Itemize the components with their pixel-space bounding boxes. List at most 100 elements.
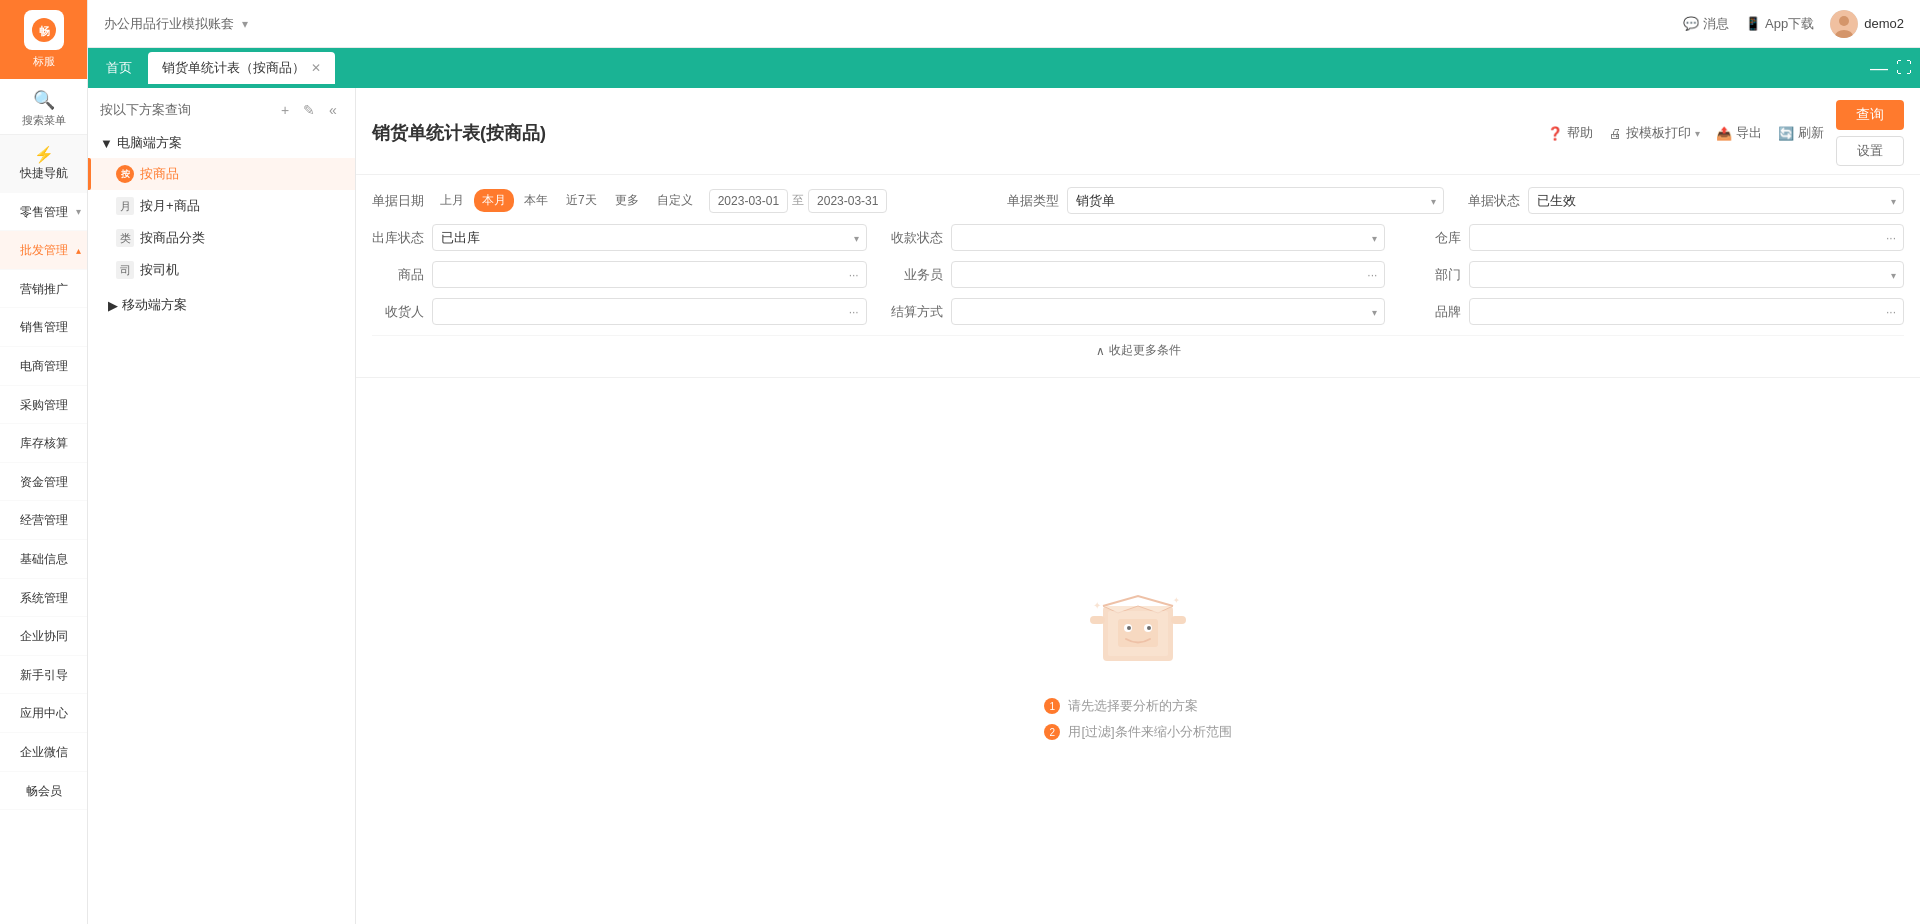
- date-tab-custom[interactable]: 自定义: [649, 189, 701, 212]
- logo[interactable]: 畅 标服: [0, 0, 87, 79]
- collapse-row: ∧ 收起更多条件: [372, 335, 1904, 365]
- user-avatar: [1830, 10, 1858, 38]
- left-panel-header: 按以下方案查询 + ✎ «: [88, 100, 355, 128]
- sidebar-item-apps[interactable]: 应用中心: [0, 694, 87, 733]
- product-input[interactable]: [432, 261, 867, 288]
- export-btn[interactable]: 📤 导出: [1716, 124, 1762, 142]
- sidebar-item-purchase[interactable]: 采购管理: [0, 386, 87, 425]
- doc-status-select[interactable]: 已生效: [1528, 187, 1904, 214]
- sidebar-item-wholesale[interactable]: 批发管理 ▴: [0, 231, 87, 270]
- by-category-icon: 类: [116, 229, 134, 247]
- page-header-right: ❓ 帮助 🖨 按模板打印 ▾ 📤 导出 🔄: [1547, 100, 1904, 166]
- left-panel-actions: + ✎ «: [275, 100, 343, 120]
- sidebar-item-operations[interactable]: 经营管理: [0, 501, 87, 540]
- department-select[interactable]: [1469, 261, 1904, 288]
- tree-item-by-cashier[interactable]: 司 按司机: [88, 254, 355, 286]
- warehouse-filter: 仓库 ···: [1409, 224, 1904, 251]
- app-download-btn[interactable]: 📱 App下载: [1745, 15, 1814, 33]
- search-label: 搜索菜单: [22, 113, 66, 128]
- settings-button[interactable]: 设置: [1836, 136, 1904, 166]
- tab-home[interactable]: 首页: [92, 52, 146, 84]
- warehouse-status-select[interactable]: 已出库: [432, 224, 867, 251]
- receiver-dots[interactable]: ···: [849, 305, 859, 319]
- tab-maximize-icon[interactable]: ⛶: [1896, 59, 1912, 77]
- receiver-control: ···: [432, 298, 867, 325]
- query-button[interactable]: 查询: [1836, 100, 1904, 130]
- sidebar-item-enterprise[interactable]: 企业协同: [0, 617, 87, 656]
- sidebar-item-basics[interactable]: 基础信息: [0, 540, 87, 579]
- sidebar-item-inventory[interactable]: 库存核算: [0, 424, 87, 463]
- edit-scheme-btn[interactable]: ✎: [299, 100, 319, 120]
- add-scheme-btn[interactable]: +: [275, 100, 295, 120]
- tabbar: 首页 销货单统计表（按商品） ✕ — ⛶: [88, 48, 1920, 88]
- app-download-label: App下载: [1765, 15, 1814, 33]
- payment-method-filter: 结算方式 ▾: [891, 298, 1386, 325]
- user-area[interactable]: demo2: [1830, 10, 1904, 38]
- tree-item-by-product[interactable]: 按 按商品: [88, 158, 355, 190]
- sidebar-item-ecommerce[interactable]: 电商管理: [0, 347, 87, 386]
- sidebar: 畅 标服 🔍 搜索菜单 ⚡ 快捷导航 零售管理 ▾ 批发管理 ▴ 营销推广 销售…: [0, 0, 88, 924]
- system-label: 系统管理: [20, 591, 68, 607]
- receiver-input[interactable]: [432, 298, 867, 325]
- tab-close-icon[interactable]: ✕: [311, 61, 321, 75]
- salesperson-input[interactable]: [951, 261, 1386, 288]
- tip-text-2: 用[过滤]条件来缩小分析范围: [1068, 723, 1231, 741]
- date-filter-item: 单据日期 上月 本月 本年 近7天 更多 自定义 2023-: [372, 189, 983, 213]
- sidebar-item-member[interactable]: 畅会员: [0, 772, 87, 811]
- sidebar-item-system[interactable]: 系统管理: [0, 579, 87, 618]
- date-tab-more[interactable]: 更多: [607, 189, 647, 212]
- help-btn[interactable]: ❓ 帮助: [1547, 124, 1593, 142]
- sidebar-item-retail[interactable]: 零售管理 ▾: [0, 193, 87, 232]
- query-settings-buttons: 查询 设置: [1836, 100, 1904, 166]
- sidebar-item-quick-nav[interactable]: ⚡ 快捷导航: [0, 135, 87, 193]
- empty-state: ✦ ✦ 1 请先选择要分析的方案 2 用[过滤]条件来缩小分析范围: [356, 378, 1920, 924]
- print-template-btn[interactable]: 🖨 按模板打印 ▾: [1609, 124, 1700, 142]
- page-header: 销货单统计表(按商品) ❓ 帮助 🖨 按模板打印 ▾ 📤: [356, 88, 1920, 175]
- warehouse-input[interactable]: [1469, 224, 1904, 251]
- main-area: 办公用品行业模拟账套 ▾ 💬 消息 📱 App下载 de: [88, 0, 1920, 924]
- refresh-btn[interactable]: 🔄 刷新: [1778, 124, 1824, 142]
- warehouse-status-label: 出库状态: [372, 229, 424, 247]
- sidebar-item-marketing[interactable]: 营销推广: [0, 270, 87, 309]
- brand-dots[interactable]: ···: [1886, 305, 1896, 319]
- sidebar-item-sales[interactable]: 销售管理: [0, 308, 87, 347]
- date-tab-7days[interactable]: 近7天: [558, 189, 605, 212]
- date-to-input[interactable]: 2023-03-31: [808, 189, 887, 213]
- doc-type-select[interactable]: 销货单: [1067, 187, 1443, 214]
- topbar-dropdown-icon[interactable]: ▾: [242, 17, 248, 31]
- product-dots[interactable]: ···: [849, 268, 859, 282]
- sidebar-item-wechat[interactable]: 企业微信: [0, 733, 87, 772]
- salesperson-dots[interactable]: ···: [1367, 268, 1377, 282]
- collapse-btn[interactable]: ∧ 收起更多条件: [1096, 342, 1181, 359]
- product-label: 商品: [372, 266, 424, 284]
- retail-label: 零售管理: [20, 205, 68, 221]
- date-tab-current-year[interactable]: 本年: [516, 189, 556, 212]
- sidebar-search-item[interactable]: 🔍 搜索菜单: [0, 79, 87, 135]
- desktop-group-title[interactable]: ▼ 电脑端方案: [88, 128, 355, 158]
- payment-status-select[interactable]: [951, 224, 1386, 251]
- tree-item-by-category[interactable]: 类 按商品分类: [88, 222, 355, 254]
- date-from-input[interactable]: 2023-03-01: [709, 189, 788, 213]
- sales-label: 销售管理: [20, 320, 68, 336]
- brand-label: 品牌: [1409, 303, 1461, 321]
- empty-illustration: ✦ ✦: [1078, 561, 1198, 681]
- warehouse-label: 仓库: [1409, 229, 1461, 247]
- svg-rect-12: [1090, 616, 1105, 624]
- salesperson-control: ···: [951, 261, 1386, 288]
- desktop-group-label: 电脑端方案: [117, 134, 182, 152]
- brand-input[interactable]: [1469, 298, 1904, 325]
- warehouse-dots[interactable]: ···: [1886, 231, 1896, 245]
- tab-minimize-icon[interactable]: —: [1870, 58, 1888, 79]
- refresh-icon: 🔄: [1778, 126, 1794, 141]
- date-tab-current-month[interactable]: 本月: [474, 189, 514, 212]
- sidebar-item-newbie[interactable]: 新手引导: [0, 656, 87, 695]
- payment-method-select[interactable]: [951, 298, 1386, 325]
- tree-item-by-month-product[interactable]: 月 按月+商品: [88, 190, 355, 222]
- collapse-panel-btn[interactable]: «: [323, 100, 343, 120]
- mobile-group-title[interactable]: ▶ 移动端方案: [88, 290, 355, 320]
- message-btn[interactable]: 💬 消息: [1683, 15, 1729, 33]
- topbar-title: 办公用品行业模拟账套: [104, 15, 234, 33]
- sidebar-item-finance[interactable]: 资金管理: [0, 463, 87, 502]
- tab-sales-stats[interactable]: 销货单统计表（按商品） ✕: [148, 52, 335, 84]
- date-tab-last-month[interactable]: 上月: [432, 189, 472, 212]
